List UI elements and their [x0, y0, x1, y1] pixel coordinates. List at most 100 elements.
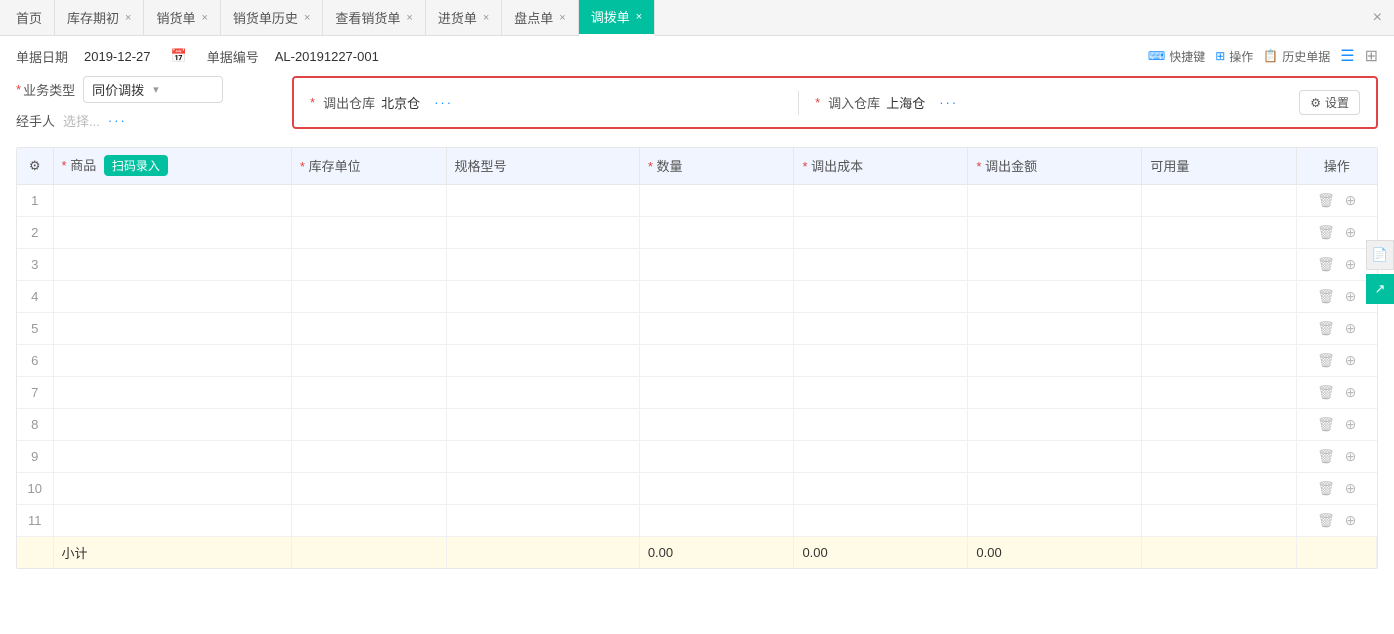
row-3-copy-icon[interactable]: ⊕ — [1345, 256, 1357, 272]
tab-close-sales-history[interactable]: × — [304, 12, 310, 24]
doc-date-label: 单据日期 — [16, 47, 68, 66]
tab-sales-history[interactable]: 销货单历史 × — [221, 0, 323, 36]
row-1-delete-icon[interactable]: 🗑 — [1317, 192, 1335, 208]
row-10-actions: 🗑 ⊕ — [1297, 472, 1377, 504]
history-btn[interactable]: 📋 历史单据 — [1263, 48, 1330, 65]
row-5-product[interactable] — [53, 312, 291, 344]
tab-transfer[interactable]: 调拨单 × — [579, 0, 655, 36]
row-5-copy-icon[interactable]: ⊕ — [1345, 320, 1357, 336]
row-9-product[interactable] — [53, 440, 291, 472]
row-4-delete-icon[interactable]: 🗑 — [1317, 288, 1335, 304]
row-1-unit — [291, 184, 446, 216]
row-num-4: 4 — [17, 280, 53, 312]
row-3-product[interactable] — [53, 248, 291, 280]
tab-close-opening[interactable]: × — [125, 12, 131, 24]
business-type-select[interactable]: 同价调拨 ▾ — [83, 76, 223, 103]
row-7-delete-icon[interactable]: 🗑 — [1317, 384, 1335, 400]
warehouse-in-more-icon[interactable]: ··· — [939, 95, 958, 110]
row-3-spec — [446, 248, 639, 280]
row-6-product[interactable] — [53, 344, 291, 376]
row-2-delete-icon[interactable]: 🗑 — [1317, 224, 1335, 240]
tab-home[interactable]: 首页 — [4, 0, 55, 36]
row-1-product[interactable] — [53, 184, 291, 216]
table-container: ⚙ * 商品 扫码录入 * 库存单位 规格型号 * — [16, 147, 1378, 569]
tab-close-transfer[interactable]: × — [636, 11, 642, 23]
row-6-amount — [968, 344, 1142, 376]
row-3-avail — [1142, 248, 1297, 280]
table-row: 2 🗑 ⊕ — [17, 216, 1377, 248]
row-3-cost — [794, 248, 968, 280]
business-type-star: * — [16, 82, 21, 97]
tab-stocktake[interactable]: 盘点单 × — [502, 0, 578, 36]
layout2-icon: ⊞ — [1365, 46, 1378, 66]
row-3-delete-icon[interactable]: 🗑 — [1317, 256, 1335, 272]
col-header-gear[interactable]: ⚙ — [17, 148, 53, 184]
row-11-spec — [446, 504, 639, 536]
row-8-delete-icon[interactable]: 🗑 — [1317, 416, 1335, 432]
row-6-delete-icon[interactable]: 🗑 — [1317, 352, 1335, 368]
tab-close-sales[interactable]: × — [201, 12, 207, 24]
row-8-spec — [446, 408, 639, 440]
row-4-copy-icon[interactable]: ⊕ — [1345, 288, 1357, 304]
tab-close-view-sales[interactable]: × — [406, 12, 412, 24]
table-row: 6 🗑 ⊕ — [17, 344, 1377, 376]
row-5-delete-icon[interactable]: 🗑 — [1317, 320, 1335, 336]
row-3-unit — [291, 248, 446, 280]
row-8-cost — [794, 408, 968, 440]
row-9-copy-icon[interactable]: ⊕ — [1345, 448, 1357, 464]
row-11-delete-icon[interactable]: 🗑 — [1317, 512, 1335, 528]
tab-sales[interactable]: 销货单 × — [144, 0, 220, 36]
tab-purchase[interactable]: 进货单 × — [426, 0, 502, 36]
row-num-1: 1 — [17, 184, 53, 216]
tab-opening[interactable]: 库存期初 × — [55, 0, 144, 36]
row-6-copy-icon[interactable]: ⊕ — [1345, 352, 1357, 368]
row-9-delete-icon[interactable]: 🗑 — [1317, 448, 1335, 464]
col-header-amount: * 调出金额 — [968, 148, 1142, 184]
row-10-product[interactable] — [53, 472, 291, 504]
row-8-copy-icon[interactable]: ⊕ — [1345, 416, 1357, 432]
shortcut-btn[interactable]: ⌨ 快捷键 — [1148, 48, 1205, 65]
row-10-delete-icon[interactable]: 🗑 — [1317, 480, 1335, 496]
business-type-label: 业务类型 — [23, 80, 75, 99]
scan-entry-button[interactable]: 扫码录入 — [104, 155, 168, 176]
row-11-product[interactable] — [53, 504, 291, 536]
layout1-btn[interactable]: ☰ — [1340, 46, 1354, 66]
row-3-amount — [968, 248, 1142, 280]
manager-select[interactable]: 选择... — [63, 111, 100, 130]
window-close-button[interactable]: × — [1373, 9, 1390, 27]
row-num-2: 2 — [17, 216, 53, 248]
row-8-unit — [291, 408, 446, 440]
manager-more-icon[interactable]: ··· — [108, 113, 127, 128]
manager-label: 经手人 — [16, 111, 55, 130]
warehouse-out-more-icon[interactable]: ··· — [434, 95, 453, 110]
right-panel-doc-btn[interactable]: 📄 — [1366, 240, 1394, 270]
col-header-actions: 操作 — [1297, 148, 1377, 184]
row-4-product[interactable] — [53, 280, 291, 312]
row-10-copy-icon[interactable]: ⊕ — [1345, 480, 1357, 496]
settings-button[interactable]: ⚙ 设置 — [1299, 90, 1360, 115]
tab-close-purchase[interactable]: × — [483, 12, 489, 24]
toolbar-row: 单据日期 2019-12-27 📅 单据编号 AL-20191227-001 ⌨… — [16, 46, 1378, 66]
row-1-avail — [1142, 184, 1297, 216]
row-2-product[interactable] — [53, 216, 291, 248]
row-2-copy-icon[interactable]: ⊕ — [1345, 224, 1357, 240]
col-header-avail: 可用量 — [1142, 148, 1297, 184]
row-10-spec — [446, 472, 639, 504]
row-2-unit — [291, 216, 446, 248]
row-7-product[interactable] — [53, 376, 291, 408]
layout2-btn[interactable]: ⊞ — [1365, 46, 1378, 66]
row-8-product[interactable] — [53, 408, 291, 440]
row-10-amount — [968, 472, 1142, 504]
tab-view-sales[interactable]: 查看销货单 × — [323, 0, 425, 36]
operation-btn[interactable]: ⊞ 操作 — [1215, 48, 1253, 65]
row-10-qty — [639, 472, 794, 504]
calendar-icon[interactable]: 📅 — [171, 48, 187, 64]
tab-close-stocktake[interactable]: × — [559, 12, 565, 24]
row-7-copy-icon[interactable]: ⊕ — [1345, 384, 1357, 400]
row-11-copy-icon[interactable]: ⊕ — [1345, 512, 1357, 528]
row-1-copy-icon[interactable]: ⊕ — [1345, 192, 1357, 208]
row-10-avail — [1142, 472, 1297, 504]
row-6-spec — [446, 344, 639, 376]
warehouse-in-value: 上海仓 — [886, 93, 925, 112]
right-panel-expand-btn[interactable]: ↗ — [1366, 274, 1394, 304]
